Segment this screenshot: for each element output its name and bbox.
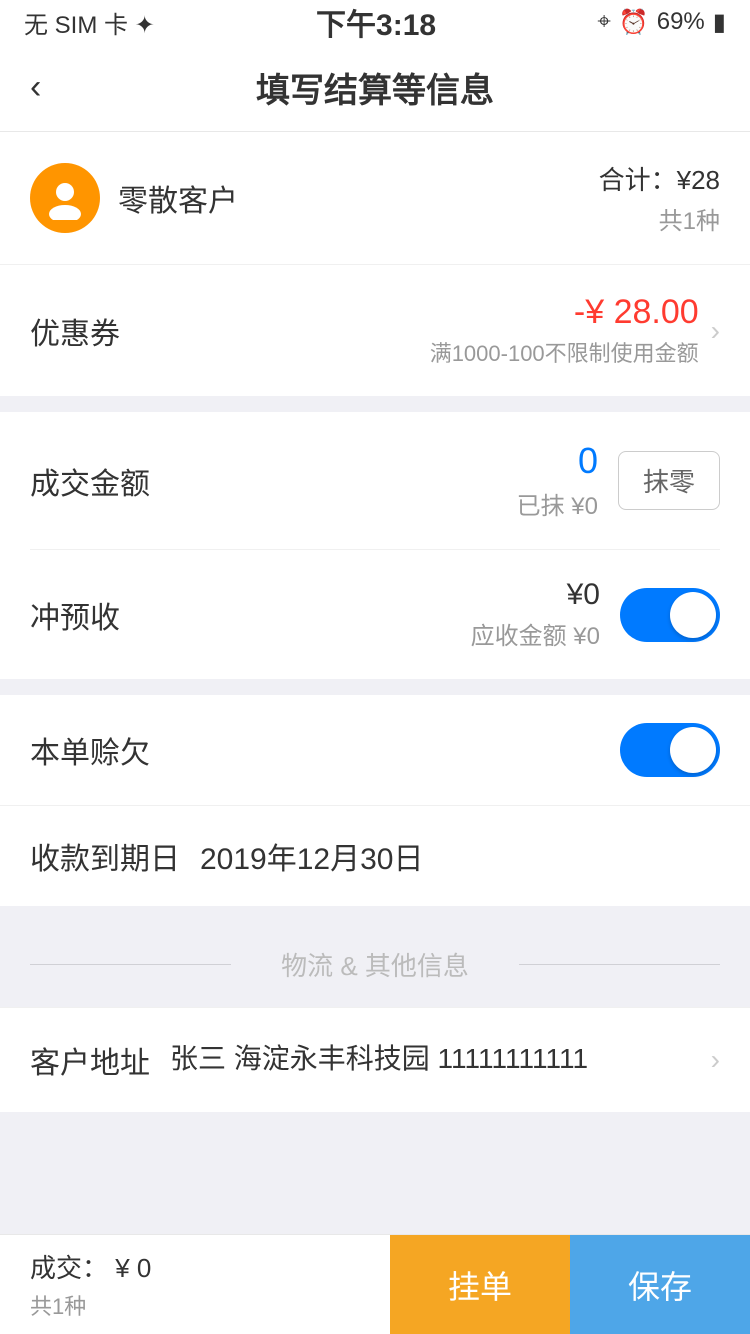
prepayment-toggle[interactable] [620,588,720,642]
bottom-bar: 成交： ¥ 0 共1种 挂单 保存 [0,1234,750,1334]
transaction-section: 成交金额 已抹 ¥0 抹零 冲预收 ¥0 应收金额 ¥0 [0,412,750,679]
coupon-detail: -¥ 28.00 满1000-100不限制使用金额 [430,293,699,368]
customer-name: 零散客户 [118,176,238,220]
round-button[interactable]: 抹零 [618,451,720,510]
page-title: 填写结算等信息 [256,63,494,112]
transaction-amount-row: 成交金额 已抹 ¥0 抹零 [30,412,720,550]
address-row[interactable]: 客户地址 张三 海淀永丰科技园 11111111111 › [0,1007,750,1112]
due-date-value: 2019年12月30日 [200,834,423,878]
address-value: 张三 海淀永丰科技园 11111111111 [170,1038,588,1080]
toggle-thumb [670,592,716,638]
coupon-row[interactable]: 优惠券 -¥ 28.00 满1000-100不限制使用金额 › [0,264,750,396]
deal-amount: ¥ 0 [115,1253,151,1283]
customer-row: 零散客户 合计：¥28 共1种 [0,132,750,264]
deal-label: 成交： [30,1253,108,1283]
status-right: ⌖ ⏰ 69% ▮ [597,8,726,37]
prepayment-amount-col: ¥0 应收金额 ¥0 [471,578,600,651]
bottom-info: 成交： ¥ 0 共1种 [0,1235,390,1334]
coupon-right: -¥ 28.00 满1000-100不限制使用金额 › [430,293,720,368]
address-section: 客户地址 张三 海淀永丰科技园 11111111111 › [0,1007,750,1112]
total-count: 共1种 [599,201,720,236]
debt-toggle[interactable] [620,723,720,777]
coupon-discount: -¥ 28.00 [430,293,699,332]
battery-icon: ▮ [713,8,726,37]
round-subtext: 已抹 ¥0 [517,486,598,521]
alarm-icon: ⏰ [619,8,649,37]
debt-section: 本单赊欠 收款到期日 2019年12月30日 [0,695,750,906]
transaction-amount-col: 已抹 ¥0 [478,440,598,521]
coupon-description: 满1000-100不限制使用金额 [430,336,699,368]
bottom-count: 共1种 [30,1289,390,1321]
due-date-row: 收款到期日 2019年12月30日 [0,806,750,906]
content-spacer [0,1128,750,1248]
hold-button[interactable]: 挂单 [390,1235,570,1334]
status-time: 下午3:18 [316,0,436,44]
address-chevron-icon: › [711,1044,720,1076]
total-amount: 合计：¥28 [599,160,720,197]
receivable-subtext: 应收金额 ¥0 [471,616,600,651]
debt-label: 本单赊欠 [30,728,150,772]
customer-section: 零散客户 合计：¥28 共1种 优惠券 -¥ 28.00 满1000-100不限… [0,132,750,396]
location-icon: ⌖ [597,8,611,36]
due-date-label: 收款到期日 [30,834,180,878]
prepayment-amount: ¥0 [567,578,600,612]
transaction-right: 已抹 ¥0 抹零 [478,440,720,521]
prepayment-label: 冲预收 [30,593,120,637]
status-left: 无 SIM 卡 ✦ [24,5,155,40]
bottom-deal: 成交： ¥ 0 [30,1248,390,1285]
chevron-right-icon: › [711,315,720,347]
customer-total: 合计：¥28 共1种 [599,160,720,236]
customer-info: 零散客户 [30,163,238,233]
avatar [30,163,100,233]
transaction-input[interactable] [478,440,598,482]
debt-toggle-thumb [670,727,716,773]
prepayment-right: ¥0 应收金额 ¥0 [471,578,720,651]
debt-row: 本单赊欠 [0,695,750,806]
logistics-label: 物流 & 其他信息 [281,946,469,983]
sim-text: 无 SIM 卡 ✦ [24,5,155,40]
battery-text: 69% [657,8,705,36]
nav-bar: ‹ 填写结算等信息 [0,44,750,132]
coupon-label: 优惠券 [30,309,120,353]
status-bar: 无 SIM 卡 ✦ 下午3:18 ⌖ ⏰ 69% ▮ [0,0,750,44]
address-content: 客户地址 张三 海淀永丰科技园 11111111111 [30,1038,588,1082]
save-button[interactable]: 保存 [570,1235,750,1334]
prepayment-row: 冲预收 ¥0 应收金额 ¥0 [30,550,720,679]
logistics-divider: 物流 & 其他信息 [0,922,750,1007]
back-button[interactable]: ‹ [30,68,41,107]
transaction-label: 成交金额 [30,459,150,503]
address-label: 客户地址 [30,1038,150,1082]
